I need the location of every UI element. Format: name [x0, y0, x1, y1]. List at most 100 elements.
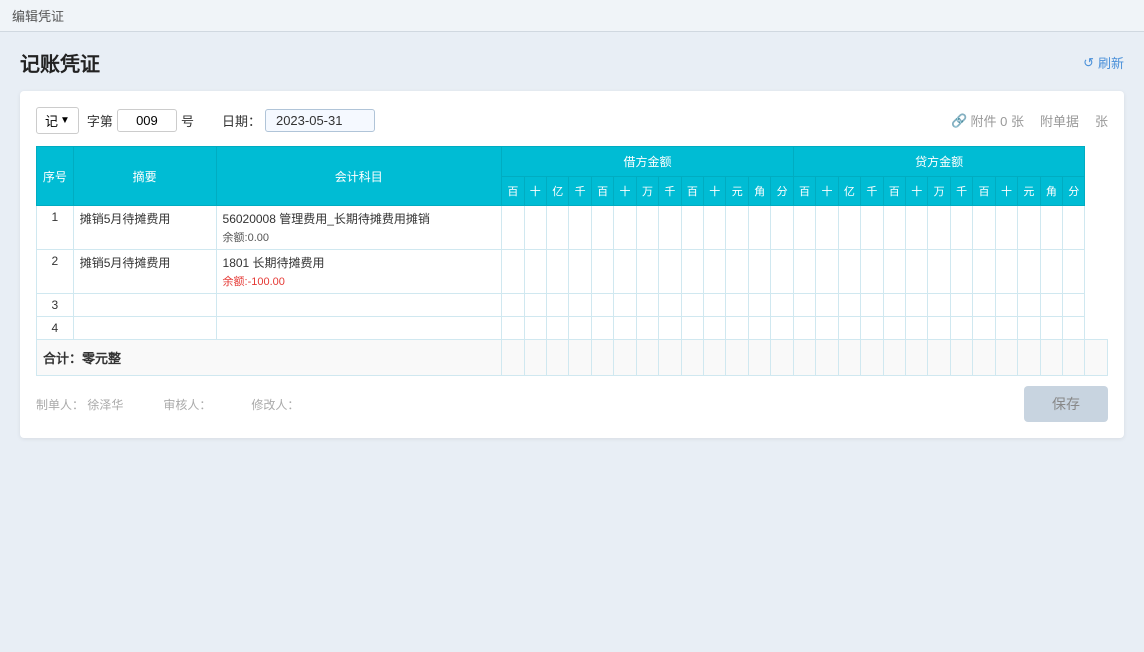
row-2-credit-5[interactable] [905, 294, 927, 317]
row-0-debit-9[interactable] [704, 206, 726, 250]
row-3-credit-3[interactable] [861, 317, 883, 340]
row-1-debit-10[interactable] [726, 250, 748, 294]
row-0-credit-8[interactable] [973, 206, 995, 250]
attachment-link[interactable]: 🔗 附件 0 张 [951, 111, 1024, 130]
row-1-debit-2[interactable] [546, 250, 568, 294]
row-2-debit-10[interactable] [726, 294, 748, 317]
row-0-debit-4[interactable] [591, 206, 613, 250]
row-3-credit-2[interactable] [838, 317, 860, 340]
row-3-debit-5[interactable] [614, 317, 636, 340]
row-2-credit-11[interactable] [1040, 294, 1062, 317]
row-0-credit-11[interactable] [1040, 206, 1062, 250]
save-button[interactable]: 保存 [1024, 386, 1108, 422]
row-0-debit-12[interactable] [771, 206, 793, 250]
row-2-debit-0[interactable] [502, 294, 524, 317]
row-3-credit-6[interactable] [928, 317, 950, 340]
row-1-credit-11[interactable] [1040, 250, 1062, 294]
row-1-debit-8[interactable] [681, 250, 703, 294]
row-3-credit-11[interactable] [1040, 317, 1062, 340]
row-2-credit-4[interactable] [883, 294, 905, 317]
row-2-debit-4[interactable] [591, 294, 613, 317]
row-0-debit-1[interactable] [524, 206, 546, 250]
row-3-credit-9[interactable] [995, 317, 1017, 340]
row-2-credit-1[interactable] [816, 294, 838, 317]
row-1-debit-5[interactable] [614, 250, 636, 294]
row-0-summary[interactable]: 摊销5月待摊费用 [73, 206, 216, 250]
row-3-credit-5[interactable] [905, 317, 927, 340]
row-1-credit-12[interactable] [1063, 250, 1085, 294]
row-0-debit-2[interactable] [546, 206, 568, 250]
row-3-credit-1[interactable] [816, 317, 838, 340]
row-3-subject[interactable] [216, 317, 502, 340]
row-3-debit-12[interactable] [771, 317, 793, 340]
row-1-credit-6[interactable] [928, 250, 950, 294]
refresh-button[interactable]: ↺ 刷新 [1083, 53, 1124, 72]
row-3-summary[interactable] [73, 317, 216, 340]
row-0-credit-1[interactable] [816, 206, 838, 250]
row-1-subject[interactable]: 1801 长期待摊费用余额:-100.00 [216, 250, 502, 294]
row-3-credit-0[interactable] [793, 317, 815, 340]
row-1-debit-4[interactable] [591, 250, 613, 294]
row-3-debit-1[interactable] [524, 317, 546, 340]
row-2-credit-12[interactable] [1063, 294, 1085, 317]
row-1-debit-7[interactable] [659, 250, 681, 294]
zi-input[interactable] [117, 109, 177, 132]
row-0-credit-4[interactable] [883, 206, 905, 250]
row-2-credit-10[interactable] [1018, 294, 1040, 317]
row-3-credit-8[interactable] [973, 317, 995, 340]
table-row[interactable]: 1摊销5月待摊费用56020008 管理费用_长期待摊费用摊销余额:0.00 [37, 206, 1108, 250]
row-1-debit-11[interactable] [748, 250, 770, 294]
row-0-debit-6[interactable] [636, 206, 658, 250]
row-1-debit-12[interactable] [771, 250, 793, 294]
row-2-debit-1[interactable] [524, 294, 546, 317]
table-row[interactable]: 3 [37, 294, 1108, 317]
row-0-credit-9[interactable] [995, 206, 1017, 250]
row-2-credit-8[interactable] [973, 294, 995, 317]
row-1-debit-0[interactable] [502, 250, 524, 294]
row-0-credit-3[interactable] [861, 206, 883, 250]
row-2-debit-2[interactable] [546, 294, 568, 317]
row-2-debit-6[interactable] [636, 294, 658, 317]
row-1-credit-7[interactable] [950, 250, 972, 294]
row-2-credit-3[interactable] [861, 294, 883, 317]
row-2-credit-6[interactable] [928, 294, 950, 317]
row-3-credit-4[interactable] [883, 317, 905, 340]
row-1-credit-9[interactable] [995, 250, 1017, 294]
voucher-type-button[interactable]: 记 ▼ [36, 107, 79, 134]
row-1-credit-4[interactable] [883, 250, 905, 294]
row-3-debit-8[interactable] [681, 317, 703, 340]
row-1-credit-1[interactable] [816, 250, 838, 294]
row-2-debit-8[interactable] [681, 294, 703, 317]
row-3-debit-9[interactable] [704, 317, 726, 340]
row-2-debit-12[interactable] [771, 294, 793, 317]
row-3-debit-7[interactable] [659, 317, 681, 340]
row-1-credit-5[interactable] [905, 250, 927, 294]
row-1-debit-6[interactable] [636, 250, 658, 294]
row-2-debit-7[interactable] [659, 294, 681, 317]
row-3-debit-6[interactable] [636, 317, 658, 340]
row-3-debit-11[interactable] [748, 317, 770, 340]
row-2-subject[interactable] [216, 294, 502, 317]
row-0-debit-8[interactable] [681, 206, 703, 250]
row-2-debit-9[interactable] [704, 294, 726, 317]
row-0-debit-11[interactable] [748, 206, 770, 250]
row-3-debit-3[interactable] [569, 317, 591, 340]
row-1-credit-8[interactable] [973, 250, 995, 294]
row-2-credit-9[interactable] [995, 294, 1017, 317]
row-2-summary[interactable] [73, 294, 216, 317]
date-input[interactable] [265, 109, 375, 132]
row-2-credit-0[interactable] [793, 294, 815, 317]
row-1-credit-10[interactable] [1018, 250, 1040, 294]
row-1-credit-2[interactable] [838, 250, 860, 294]
row-1-credit-3[interactable] [861, 250, 883, 294]
row-0-credit-6[interactable] [928, 206, 950, 250]
row-2-credit-2[interactable] [838, 294, 860, 317]
row-2-debit-3[interactable] [569, 294, 591, 317]
row-0-credit-7[interactable] [950, 206, 972, 250]
row-1-debit-9[interactable] [704, 250, 726, 294]
row-0-credit-12[interactable] [1063, 206, 1085, 250]
row-3-debit-4[interactable] [591, 317, 613, 340]
row-0-credit-2[interactable] [838, 206, 860, 250]
row-1-debit-1[interactable] [524, 250, 546, 294]
row-0-credit-5[interactable] [905, 206, 927, 250]
